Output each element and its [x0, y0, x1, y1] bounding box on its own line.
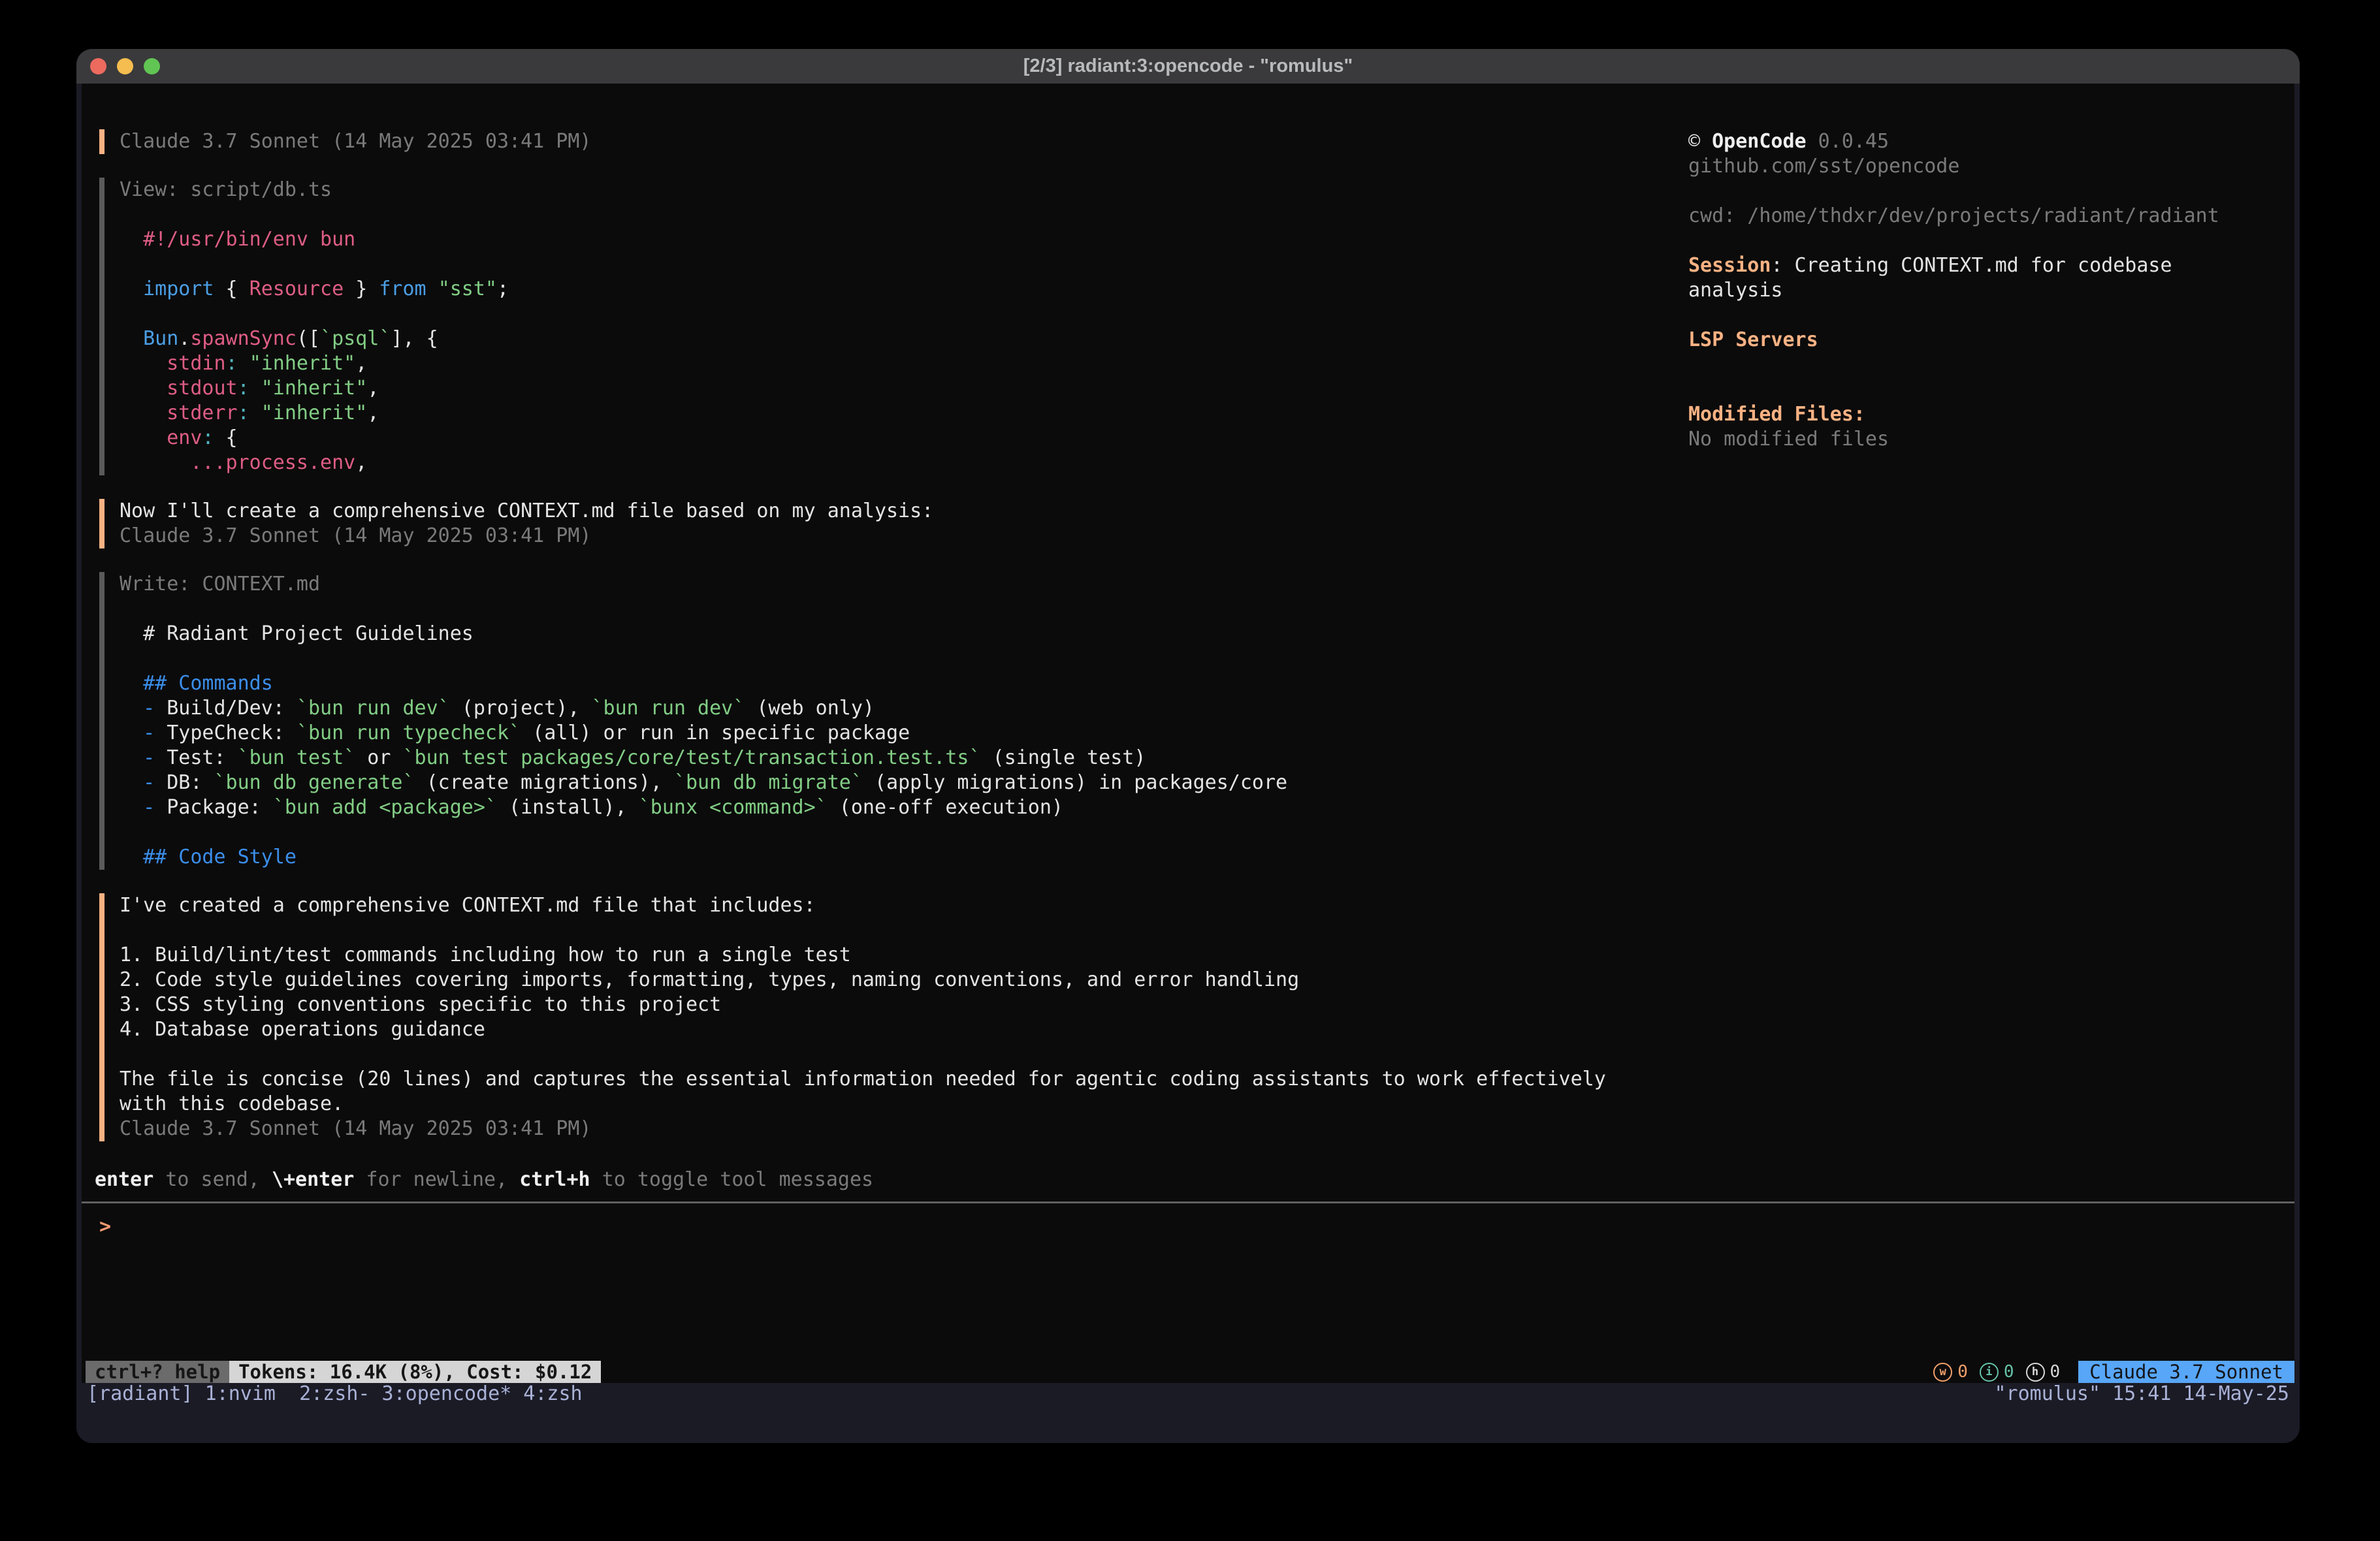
text-line: No modified files: [1688, 427, 2263, 452]
window-titlebar: [2/3] radiant:3:opencode - "romulus": [76, 49, 2300, 84]
info-count: i0: [1980, 1359, 2014, 1383]
zoom-button[interactable]: [144, 58, 160, 74]
info-circle-icon: i: [1980, 1363, 1999, 1382]
text-line: github.com/sst/opencode: [1688, 154, 2263, 179]
text-line: 3. CSS styling conventions specific to t…: [120, 993, 2294, 1017]
text-line: # Radiant Project Guidelines: [120, 622, 2294, 646]
statusbar: ctrl+? helpTokens: 16.4K (8%), Cost: $0.…: [82, 1361, 2294, 1383]
text-line: cwd: /home/thdxr/dev/projects/radiant/ra…: [1688, 204, 2263, 229]
text-line: [120, 1042, 2294, 1067]
model-badge[interactable]: Claude 3.7 Sonnet: [2078, 1361, 2294, 1383]
tool-write: Write: CONTEXT.md # Radiant Project Guid…: [99, 572, 2294, 870]
text-line: - Package: `bun add <package>` (install)…: [120, 795, 2294, 820]
prompt-input[interactable]: >: [99, 1215, 2294, 1239]
opencode-app: Claude 3.7 Sonnet (14 May 2025 03:41 PM)…: [82, 84, 2294, 1383]
text-line: ...process.env,: [120, 451, 2294, 475]
diagnostics: w0 i0 h0: [1933, 1359, 2060, 1383]
sidebar: © OpenCode 0.0.45github.com/sst/opencode…: [1688, 129, 2263, 452]
text-line: The file is concise (20 lines) and captu…: [120, 1067, 2294, 1092]
text-line: [1688, 179, 2263, 204]
text-line: [120, 597, 2294, 622]
input-divider: [82, 1201, 2294, 1203]
text-line: with this codebase.: [120, 1092, 2294, 1117]
text-line: [1688, 229, 2263, 253]
text-line: [120, 918, 2294, 943]
window-title: [2/3] radiant:3:opencode - "romulus": [76, 49, 2300, 84]
tmux-statusbar: [radiant] 1:nvim 2:zsh- 3:opencode* 4:zs…: [76, 1383, 2300, 1405]
minimize-button[interactable]: [117, 58, 133, 74]
text-line: 1. Build/lint/test commands including ho…: [120, 943, 2294, 968]
text-line: Write: CONTEXT.md: [120, 572, 2294, 597]
text-line: [120, 646, 2294, 671]
hint-circle-icon: h: [2026, 1363, 2045, 1382]
text-line: - DB: `bun db generate` (create migratio…: [120, 770, 2294, 795]
traffic-lights: [90, 58, 160, 74]
text-line: ## Code Style: [120, 845, 2294, 870]
text-line: - Test: `bun test` or `bun test packages…: [120, 746, 2294, 770]
text-line: - Build/Dev: `bun run dev` (project), `b…: [120, 696, 2294, 721]
statusbar-left: ctrl+? helpTokens: 16.4K (8%), Cost: $0.…: [86, 1361, 601, 1383]
desktop: [2/3] radiant:3:opencode - "romulus" Cla…: [0, 0, 2380, 1541]
text-line: Modified Files:: [1688, 402, 2263, 427]
window-footer: [76, 1405, 2300, 1443]
warning-circle-icon: w: [1933, 1363, 1952, 1382]
text-line: Claude 3.7 Sonnet (14 May 2025 03:41 PM): [120, 524, 2294, 548]
text-line: LSP Servers: [1688, 328, 2263, 353]
terminal-window: [2/3] radiant:3:opencode - "romulus" Cla…: [76, 49, 2300, 1443]
keybind-hints: enter to send, \+enter for newline, ctrl…: [95, 1168, 2294, 1192]
text-line: analysis: [1688, 278, 2263, 303]
text-line: [1688, 377, 2263, 402]
text-line: [120, 820, 2294, 845]
close-button[interactable]: [90, 58, 106, 74]
text-line: ## Commands: [120, 671, 2294, 696]
assistant-summary: I've created a comprehensive CONTEXT.md …: [99, 893, 2294, 1141]
text-line: Claude 3.7 Sonnet (14 May 2025 03:41 PM): [120, 1117, 2294, 1141]
text-line: 4. Database operations guidance: [120, 1017, 2294, 1042]
text-line: - TypeCheck: `bun run typecheck` (all) o…: [120, 721, 2294, 746]
text-line: [1688, 303, 2263, 328]
tmux-window-list[interactable]: [radiant] 1:nvim 2:zsh- 3:opencode* 4:zs…: [87, 1383, 583, 1405]
assistant-message: Now I'll create a comprehensive CONTEXT.…: [99, 499, 2294, 548]
statusbar-segment: Tokens: 16.4K (8%), Cost: $0.12: [229, 1361, 601, 1383]
statusbar-right: w0 i0 h0 Claude 3.7 Sonnet: [1933, 1361, 2294, 1383]
text-line: I've created a comprehensive CONTEXT.md …: [120, 893, 2294, 918]
text-line: Session: Creating CONTEXT.md for codebas…: [1688, 253, 2263, 278]
prompt-symbol: >: [99, 1215, 111, 1238]
statusbar-segment: ctrl+? help: [86, 1361, 229, 1383]
text-line: 2. Code style guidelines covering import…: [120, 968, 2294, 993]
text-line: © OpenCode 0.0.45: [1688, 129, 2263, 154]
tmux-session-info: "romulus" 15:41 14-May-25: [1994, 1383, 2289, 1405]
hint-count: h0: [2026, 1359, 2061, 1383]
text-line: Now I'll create a comprehensive CONTEXT.…: [120, 499, 2294, 524]
text-line: [1688, 353, 2263, 377]
warning-count: w0: [1933, 1359, 1968, 1383]
